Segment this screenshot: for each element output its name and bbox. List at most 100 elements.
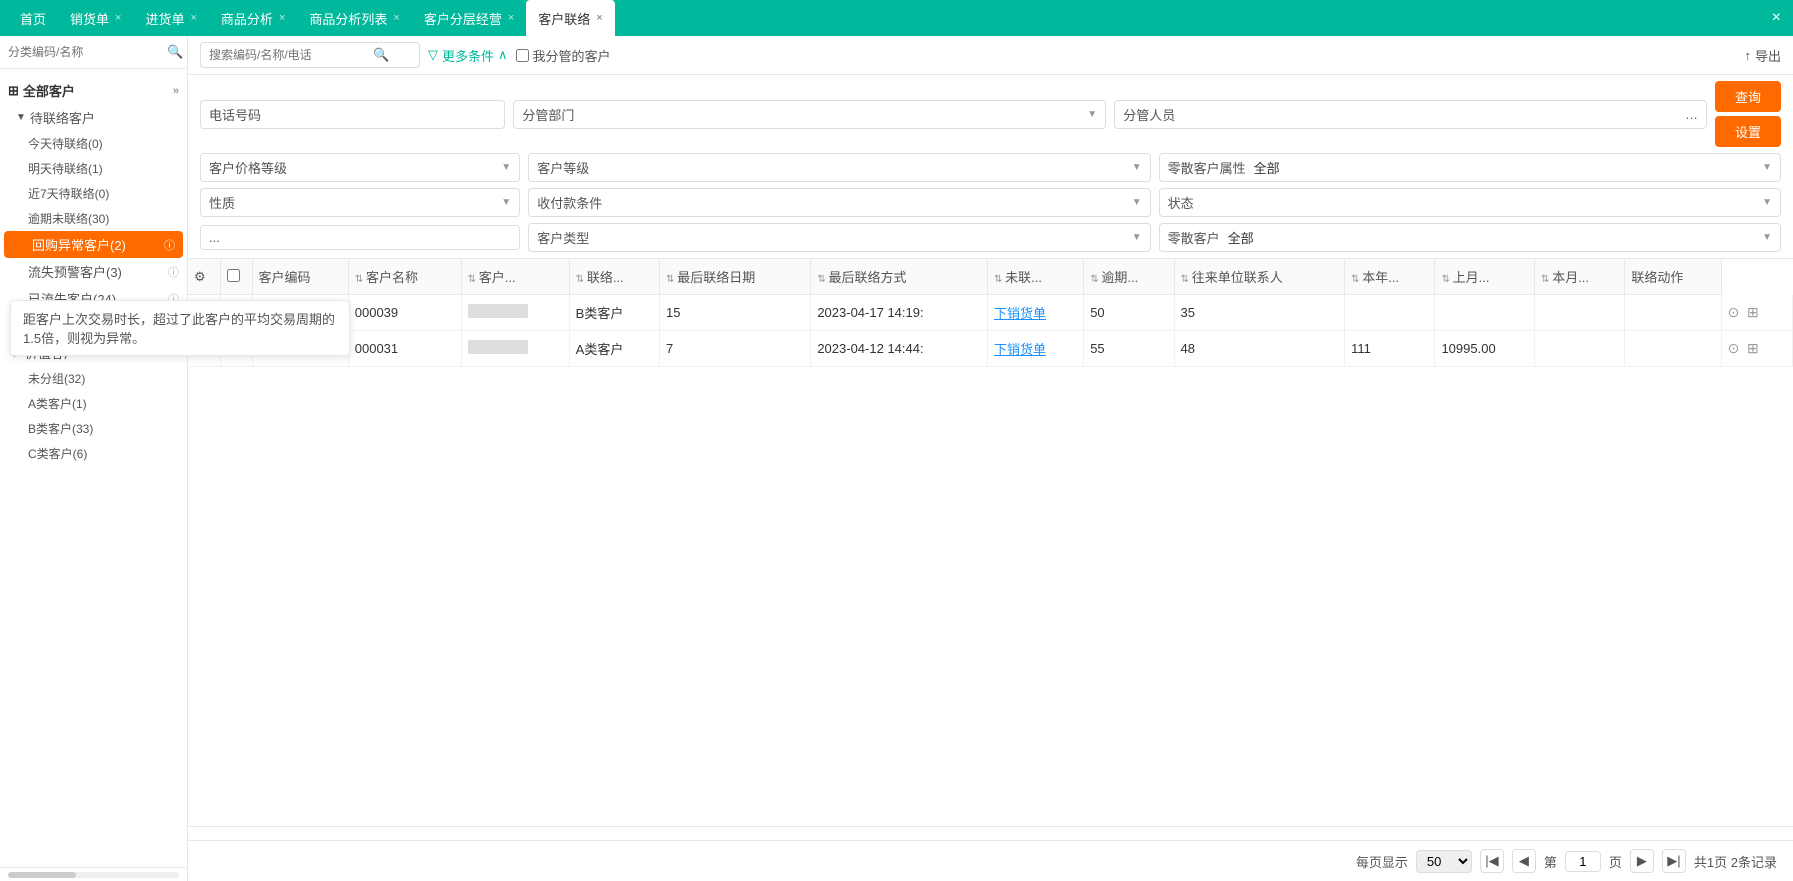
method-link[interactable]: 下销货单	[994, 306, 1046, 321]
nav-item-customer-tier[interactable]: 客户分层经营 ×	[412, 0, 526, 36]
sidebar-item-overdue[interactable]: 逾期未联络(30)	[0, 206, 187, 231]
sidebar-search-input[interactable]	[8, 45, 163, 59]
sidebar-item-a-class[interactable]: A类客户(1)	[0, 391, 187, 416]
nav-item-purchase[interactable]: 进货单 ×	[133, 0, 208, 36]
top-nav: 首页 销货单 × 进货单 × 商品分析 × 商品分析列表 × 客户分层经营 × …	[0, 0, 1793, 36]
col-contact-person[interactable]: ⇅ 往来单位联系人	[1174, 259, 1345, 295]
search-box: 🔍	[200, 42, 420, 68]
search-icon[interactable]: 🔍	[167, 44, 183, 60]
next-page-button[interactable]: ▶	[1630, 849, 1654, 873]
cell-actions: ⊙ ⊞	[1721, 295, 1792, 331]
sidebar-search-area: 🔍	[0, 36, 187, 69]
close-icon[interactable]: ×	[115, 12, 121, 24]
chevron-down-icon: ▼	[1762, 162, 1772, 173]
close-icon[interactable]: ×	[279, 12, 285, 24]
table-select-all[interactable]	[220, 259, 252, 295]
close-icon[interactable]: ×	[508, 12, 514, 24]
sidebar-item-ungrouped[interactable]: 未分组(32)	[0, 366, 187, 391]
chevron-down-icon: ▼	[1132, 232, 1142, 243]
filter-customer-type[interactable]: 客户类型 ▼	[528, 223, 1150, 252]
sort-icon: ⇅	[468, 274, 479, 285]
action-buttons: 查询 设置	[1715, 81, 1781, 147]
action-link-icon[interactable]: ⊙	[1728, 340, 1740, 356]
sidebar-item-rebuy-abnormal[interactable]: 回购异常客户(2) ⓘ	[4, 231, 183, 258]
filter-more-dots[interactable]: ...	[200, 225, 520, 250]
more-conditions-button[interactable]: ▽ 更多条件 ∧	[428, 46, 508, 65]
cell-contact-count: 7	[660, 331, 811, 367]
nav-item-home[interactable]: 首页	[8, 0, 58, 36]
filter-retail-customer[interactable]: 零散客户 全部 ▼	[1159, 223, 1781, 252]
window-close-button[interactable]: ×	[1772, 9, 1781, 27]
tree-all-customers[interactable]: ⊞ 全部客户 »	[0, 77, 187, 104]
sort-icon: ⇅	[1181, 274, 1192, 285]
filter-bar: 🔍 ▽ 更多条件 ∧ 我分管的客户 ↑ 导出	[188, 36, 1793, 75]
close-icon[interactable]: ×	[393, 12, 399, 24]
sidebar-item-7days[interactable]: 近7天待联络(0)	[0, 181, 187, 206]
table-settings-header[interactable]: ⚙	[188, 259, 220, 295]
sidebar-item-today[interactable]: 今天待联络(0)	[0, 131, 187, 156]
close-icon[interactable]: ×	[190, 12, 196, 24]
select-all-checkbox[interactable]	[227, 269, 240, 282]
filter-customer-level[interactable]: 客户等级 ▼	[528, 153, 1150, 182]
col-overdue[interactable]: ⇅ 逾期...	[1084, 259, 1174, 295]
filter-status[interactable]: 状态 ▼	[1159, 188, 1781, 217]
sidebar-item-b-class[interactable]: B类客户(33)	[0, 416, 187, 441]
chevron-down-icon: ▼	[1132, 197, 1142, 208]
action-grid-icon[interactable]: ⊞	[1747, 340, 1759, 356]
query-button[interactable]: 查询	[1715, 81, 1781, 112]
cell-this-year: 10995.00	[1435, 331, 1535, 367]
nav-item-product-analysis[interactable]: 商品分析 ×	[209, 0, 297, 36]
col-last-contact-date[interactable]: ⇅ 最后联络日期	[660, 259, 811, 295]
nav-item-product-list[interactable]: 商品分析列表 ×	[297, 0, 411, 36]
col-last-contact-method[interactable]: ⇅ 最后联络方式	[811, 259, 988, 295]
page-number-input[interactable]	[1565, 851, 1601, 872]
tree-pending-contact[interactable]: ▼ 待联络客户	[0, 104, 187, 131]
export-button[interactable]: ↑ 导出	[1744, 46, 1781, 65]
cell-last-method: 下销货单	[987, 295, 1083, 331]
cell-contact-person: 111	[1345, 331, 1435, 367]
method-link[interactable]: 下销货单	[994, 342, 1046, 357]
col-this-month[interactable]: ⇅ 本月...	[1535, 259, 1625, 295]
table-row: 2 000031 A类客户 7 2023-04-12 14:44: 下销货单 5…	[188, 331, 1793, 367]
col-uncontacted[interactable]: ⇅ 未联...	[987, 259, 1083, 295]
my-customers-checkbox[interactable]	[516, 49, 529, 62]
filter-price-level[interactable]: 客户价格等级 ▼	[200, 153, 520, 182]
last-page-button[interactable]: ▶|	[1662, 849, 1686, 873]
action-grid-icon[interactable]: ⊞	[1747, 304, 1759, 320]
cell-class: B类客户	[569, 295, 659, 331]
ellipsis-icon: …	[1685, 107, 1698, 122]
settings-button[interactable]: 设置	[1715, 116, 1781, 147]
sidebar-item-tomorrow[interactable]: 明天待联络(1)	[0, 156, 187, 181]
action-link-icon[interactable]: ⊙	[1728, 304, 1740, 320]
search-input[interactable]	[209, 48, 369, 62]
col-name[interactable]: ⇅ 客户名称	[348, 259, 461, 295]
col-last-month[interactable]: ⇅ 上月...	[1435, 259, 1535, 295]
col-class[interactable]: ⇅ 客户...	[461, 259, 569, 295]
search-icon[interactable]: 🔍	[373, 47, 389, 63]
col-contact-count[interactable]: ⇅ 联络...	[569, 259, 659, 295]
col-this-year[interactable]: ⇅ 本年...	[1345, 259, 1435, 295]
col-code[interactable]: 客户编码	[252, 259, 348, 295]
filter-dept[interactable]: 分管部门 ▼	[513, 100, 1106, 129]
sidebar-item-lost-warning[interactable]: 流失预警客户(3) ⓘ	[0, 258, 187, 285]
per-page-select[interactable]: 50 100 200	[1416, 850, 1472, 873]
filter-payment[interactable]: 收付款条件 ▼	[528, 188, 1150, 217]
filter-gender[interactable]: 性质 ▼	[200, 188, 520, 217]
cell-last-month	[1535, 331, 1625, 367]
first-page-button[interactable]: |◀	[1480, 849, 1504, 873]
collapse-icon[interactable]: »	[173, 85, 179, 97]
horizontal-scrollbar[interactable]	[188, 826, 1793, 840]
sidebar-tree: ⊞ 全部客户 » ▼ 待联络客户 今天待联络(0) 明天待联络(1) 近7天待联…	[0, 69, 187, 867]
filter-person[interactable]: 分管人员 …	[1114, 100, 1707, 129]
prev-page-button[interactable]: ◀	[1512, 849, 1536, 873]
sort-icon: ⇅	[576, 274, 587, 285]
sort-icon: ⇅	[817, 274, 828, 285]
sidebar-item-c-class[interactable]: C类客户(6)	[0, 441, 187, 466]
grid-icon: ⊞	[8, 83, 19, 99]
pagination-bar: 每页显示 50 100 200 |◀ ◀ 第 页 ▶ ▶| 共1页 2条记录	[188, 840, 1793, 881]
filter-retail-attr[interactable]: 零散客户属性 全部 ▼	[1159, 153, 1781, 182]
close-icon[interactable]: ×	[596, 12, 602, 24]
nav-item-sales[interactable]: 销货单 ×	[58, 0, 133, 36]
filter-phone[interactable]: 电话号码	[200, 100, 505, 129]
nav-item-customer-contact[interactable]: 客户联络 ×	[526, 0, 614, 36]
